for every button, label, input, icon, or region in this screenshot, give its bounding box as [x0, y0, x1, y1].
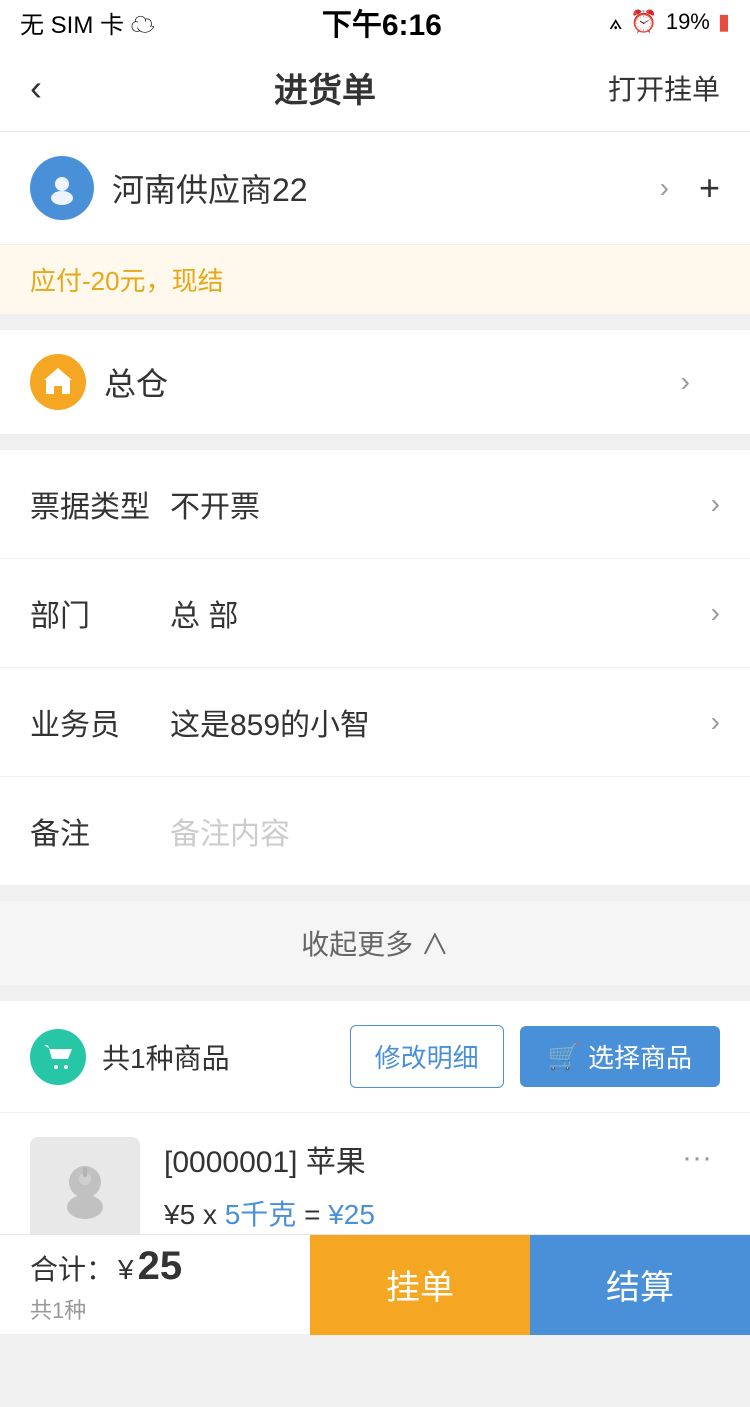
product-info: [0000001] 苹果 ¥5 x 5千克 = ¥25	[164, 1137, 650, 1233]
supplier-notice: 应付-20元，现结	[0, 245, 750, 314]
total-amount: 25	[138, 1244, 183, 1289]
product-header: 共1种商品 修改明细 🛒 选择商品	[0, 1001, 750, 1113]
product-cart-icon	[30, 1029, 86, 1085]
supplier-row[interactable]: 河南供应商22 › +	[0, 132, 750, 245]
total-text: 合计：	[30, 1248, 114, 1288]
invoice-label: 票据类型	[30, 482, 150, 526]
dept-chevron-icon: ›	[711, 597, 720, 629]
invoice-value: 不开票	[150, 482, 711, 526]
supplier-avatar	[30, 156, 94, 220]
select-product-button[interactable]: 🛒 选择商品	[520, 1026, 720, 1087]
battery-label: 19%	[666, 9, 710, 35]
sim-status: 无 SIM 卡 ☁	[20, 5, 155, 40]
nav-bar: ‹ 进货单 打开挂单	[0, 44, 750, 132]
add-button[interactable]: +	[699, 167, 720, 209]
warehouse-section[interactable]: 总仓 ›	[0, 330, 750, 434]
product-price: ¥5 x 5千克 = ¥25	[164, 1193, 650, 1233]
total-label: 合计： ¥ 25	[30, 1244, 280, 1289]
remark-row[interactable]: 备注 备注内容	[0, 777, 750, 885]
select-product-label: 选择商品	[588, 1038, 692, 1075]
total-count: 共1种	[30, 1293, 280, 1325]
warehouse-row[interactable]: 总仓 ›	[0, 330, 750, 434]
supplier-name: 河南供应商22	[112, 165, 308, 211]
sales-value: 这是859的小智	[150, 700, 711, 744]
collapse-button[interactable]: 收起更多 ∧	[0, 901, 750, 985]
sales-row[interactable]: 业务员 这是859的小智 ›	[0, 668, 750, 777]
warehouse-name: 总仓	[104, 359, 681, 405]
battery-icon: ▮	[718, 9, 730, 35]
warehouse-icon	[30, 354, 86, 410]
product-more-button[interactable]: ···	[674, 1137, 720, 1179]
edit-detail-button[interactable]: 修改明细	[350, 1025, 504, 1088]
bottom-bar: 合计： ¥ 25 共1种 挂单 结算	[0, 1234, 750, 1334]
dept-label: 部门	[30, 591, 150, 635]
equals-symbol: =	[304, 1199, 328, 1230]
dept-row[interactable]: 部门 总 部 ›	[0, 559, 750, 668]
product-section: 共1种商品 修改明细 🛒 选择商品 [0000001] 苹果 ¥5 x	[0, 1001, 750, 1271]
select-product-cart-icon: 🛒	[548, 1041, 580, 1072]
dept-value: 总 部	[150, 591, 711, 635]
supplier-chevron-icon: ›	[660, 172, 669, 204]
product-total: ¥25	[328, 1199, 375, 1230]
product-count: 共1种商品	[102, 1037, 334, 1077]
status-bar: 无 SIM 卡 ☁ 下午6:16 ⟑ ⏰ 19% ▮	[0, 0, 750, 44]
supplier-info: 河南供应商22	[30, 156, 660, 220]
invoice-row[interactable]: 票据类型 不开票 ›	[0, 450, 750, 559]
product-qty: 5千克	[225, 1199, 297, 1230]
status-time: 下午6:16	[322, 0, 442, 44]
open-hang-button[interactable]: 打开挂单	[608, 68, 720, 108]
location-icon: ⟑	[609, 9, 622, 35]
hang-button[interactable]: 挂单	[310, 1235, 530, 1335]
sales-chevron-icon: ›	[711, 706, 720, 738]
remark-input[interactable]: 备注内容	[150, 809, 720, 853]
product-thumbnail	[30, 1137, 140, 1247]
remark-label: 备注	[30, 809, 150, 853]
product-name: 苹果	[306, 1146, 366, 1179]
status-left: 无 SIM 卡 ☁	[20, 5, 155, 40]
invoice-chevron-icon: ›	[711, 488, 720, 520]
alarm-icon: ⏰	[630, 9, 657, 35]
product-code: [0000001]	[164, 1146, 297, 1179]
total-symbol: ¥	[118, 1254, 134, 1286]
page-title: 进货单	[274, 63, 376, 112]
total-area: 合计： ¥ 25 共1种	[0, 1244, 310, 1325]
unit-price: ¥5	[164, 1199, 195, 1230]
sales-label: 业务员	[30, 700, 150, 744]
status-right: ⟑ ⏰ 19% ▮	[609, 9, 730, 35]
product-title: [0000001] 苹果	[164, 1137, 650, 1181]
back-button[interactable]: ‹	[30, 67, 42, 109]
form-section: 票据类型 不开票 › 部门 总 部 › 业务员 这是859的小智 › 备注 备注…	[0, 450, 750, 885]
settle-button[interactable]: 结算	[530, 1235, 750, 1335]
warehouse-chevron-icon: ›	[681, 366, 690, 398]
supplier-section: 河南供应商22 › + 应付-20元，现结	[0, 132, 750, 314]
multiply-symbol: x	[203, 1199, 225, 1230]
